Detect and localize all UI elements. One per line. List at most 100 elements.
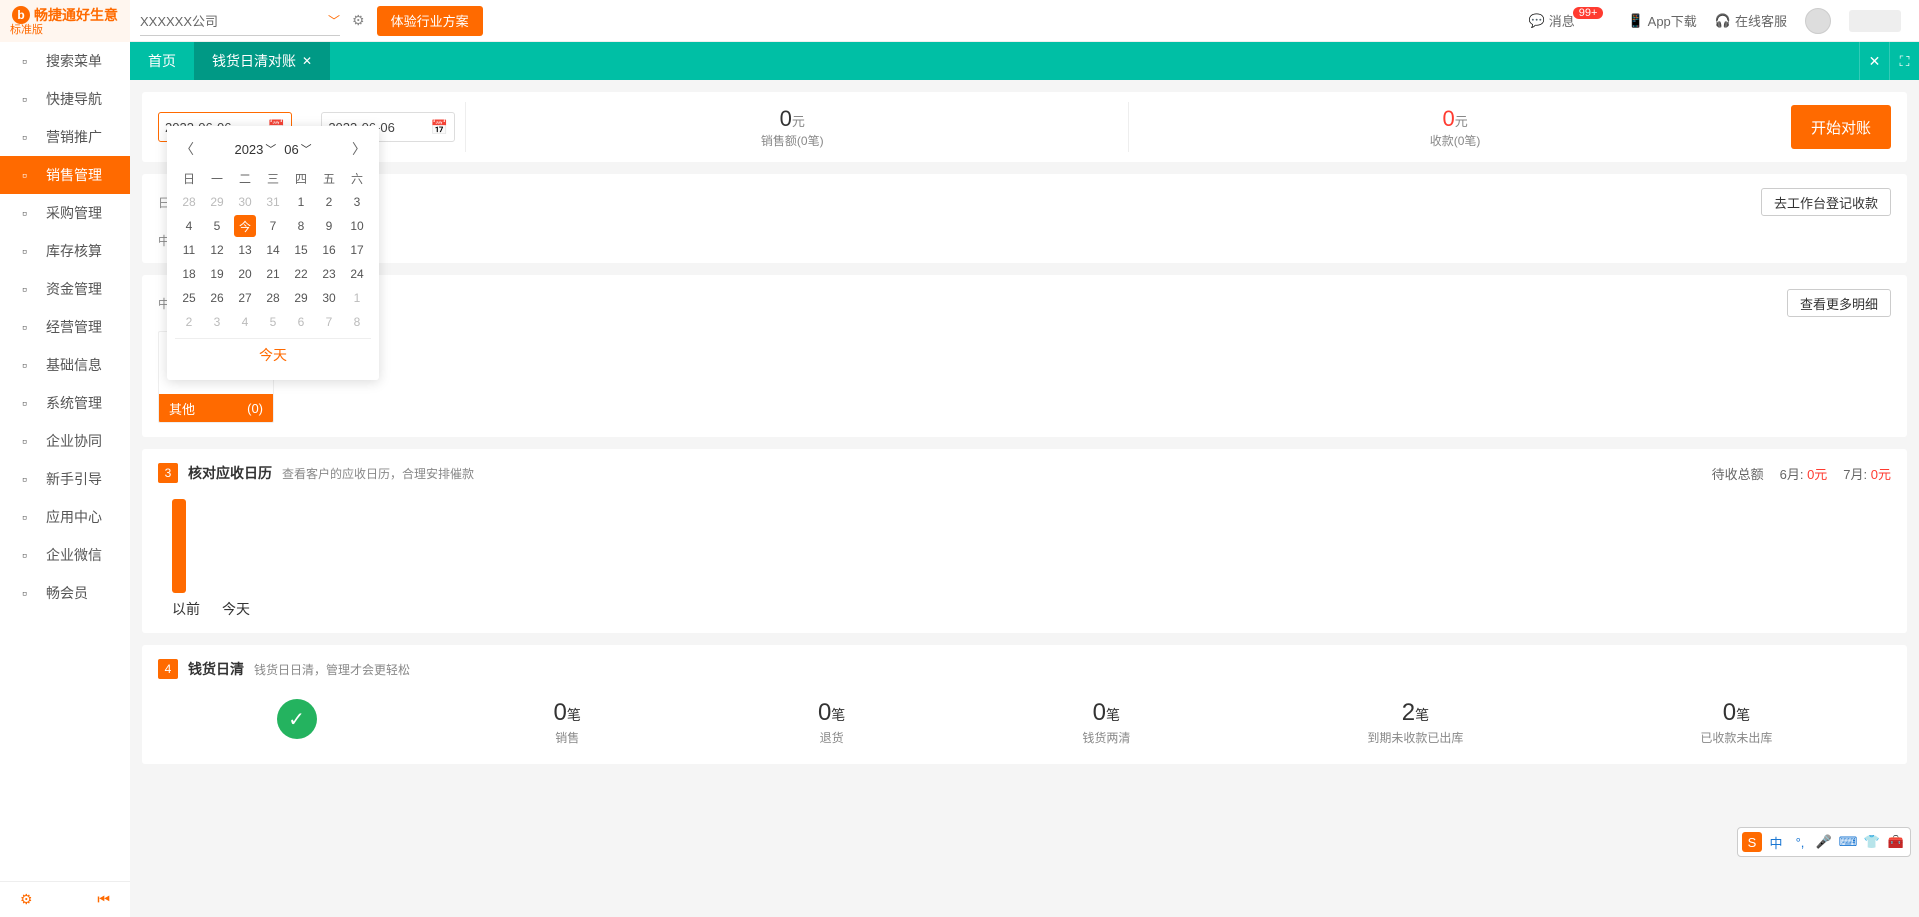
calendar-day[interactable]: 30 — [315, 286, 343, 310]
tabs-expand-icon[interactable]: ⛶ — [1889, 42, 1919, 80]
calendar-day[interactable]: 23 — [315, 262, 343, 286]
sidebar-item-marketing[interactable]: ▫营销推广 — [0, 118, 130, 156]
calendar-day[interactable]: 30 — [231, 190, 259, 214]
calendar-year-select[interactable]: 2023﹀ — [234, 141, 276, 157]
calendar-day[interactable]: 19 — [203, 262, 231, 286]
calendar-day[interactable]: 7 — [315, 310, 343, 334]
calendar-day[interactable]: 28 — [175, 190, 203, 214]
sidebar-item-funds[interactable]: ▫资金管理 — [0, 270, 130, 308]
try-industry-button[interactable]: 体验行业方案 — [377, 6, 483, 36]
messages-link[interactable]: 💬消息99+ — [1529, 11, 1610, 30]
ime-sogou-icon[interactable]: S — [1742, 832, 1762, 852]
sidebar-item-sales-mgmt[interactable]: ▫销售管理 — [0, 156, 130, 194]
username-box[interactable] — [1849, 10, 1901, 32]
pending-total-label: 待收总额 — [1712, 464, 1764, 483]
daily-clear-ticker: ✓ 0笔销售0笔退货0笔钱货两清2笔到期未收款已出库0笔已收款未出库 — [158, 679, 1891, 750]
sidebar-item-wechat[interactable]: ▫企业微信 — [0, 536, 130, 574]
ime-toolbox-icon[interactable]: 🧰 — [1886, 832, 1906, 852]
calendar-day[interactable]: 26 — [203, 286, 231, 310]
sidebar-item-onboarding[interactable]: ▫新手引导 — [0, 460, 130, 498]
company-select[interactable]: XXXXXX公司 ﹀ — [140, 6, 340, 36]
calendar-grid: 日一二三四五六 2829303112345今789101112131415161… — [175, 166, 371, 334]
ime-punct-icon[interactable]: °, — [1790, 832, 1810, 852]
calendar-day[interactable]: 22 — [287, 262, 315, 286]
calendar-day[interactable]: 6 — [287, 310, 315, 334]
calendar-day[interactable]: 5 — [203, 214, 231, 238]
calendar-day[interactable]: 20 — [231, 262, 259, 286]
calendar-day[interactable]: 9 — [315, 214, 343, 238]
tabs-close-all-icon[interactable]: ✕ — [1859, 42, 1889, 80]
collapse-icon[interactable]: ⏮ — [97, 891, 110, 908]
sidebar-item-quick-nav[interactable]: ▫快捷导航 — [0, 80, 130, 118]
sidebar-item-operations[interactable]: ▫经营管理 — [0, 308, 130, 346]
support-link[interactable]: 🎧在线客服 — [1715, 11, 1787, 30]
calendar-day[interactable]: 27 — [231, 286, 259, 310]
calendar-popup: 〈 2023﹀ 06﹀ 〉 日一二三四五六 2829303112345今7891… — [167, 126, 379, 380]
sidebar-item-member[interactable]: ▫畅会员 — [0, 574, 130, 612]
sidebar-item-system[interactable]: ▫系统管理 — [0, 384, 130, 422]
ime-keyboard-icon[interactable]: ⌨ — [1838, 832, 1858, 852]
avatar[interactable] — [1805, 8, 1831, 34]
calendar-day[interactable]: 3 — [203, 310, 231, 334]
calendar-day[interactable]: 18 — [175, 262, 203, 286]
calendar-next-icon[interactable]: 〉 — [347, 139, 371, 159]
calendar-day[interactable]: 13 — [231, 238, 259, 262]
calendar-day[interactable]: 28 — [259, 286, 287, 310]
calendar-day[interactable]: 1 — [287, 190, 315, 214]
weekday-header: 四 — [287, 166, 315, 190]
calendar-day[interactable]: 29 — [203, 190, 231, 214]
ticker-item: 2笔到期未收款已出库 — [1367, 699, 1463, 746]
tab-home[interactable]: 首页 — [130, 42, 194, 80]
settings-icon[interactable]: ⚙ — [352, 12, 365, 29]
start-reconcile-button[interactable]: 开始对账 — [1791, 105, 1891, 149]
tab-reconcile[interactable]: 钱货日清对账✕ — [194, 42, 330, 80]
chevron-down-icon: ﹀ — [301, 141, 312, 157]
calendar-day[interactable]: 10 — [343, 214, 371, 238]
calendar-month-select[interactable]: 06﹀ — [284, 141, 311, 157]
calendar-day[interactable]: 12 — [203, 238, 231, 262]
calendar-day[interactable]: 4 — [175, 214, 203, 238]
ime-lang-toggle[interactable]: 中 — [1766, 832, 1786, 852]
calendar-day[interactable]: 16 — [315, 238, 343, 262]
calendar-day[interactable]: 1 — [343, 286, 371, 310]
section-3-desc: 查看客户的应收日历，合理安排催款 — [282, 465, 474, 482]
sidebar-item-label: 系统管理 — [46, 393, 102, 413]
calendar-day[interactable]: 25 — [175, 286, 203, 310]
calendar-day[interactable]: 7 — [259, 214, 287, 238]
month-6-value: 0元 — [1807, 467, 1827, 482]
calendar-day[interactable]: 15 — [287, 238, 315, 262]
calendar-day[interactable]: 5 — [259, 310, 287, 334]
calendar-day[interactable]: 14 — [259, 238, 287, 262]
sidebar-item-inventory[interactable]: ▫库存核算 — [0, 232, 130, 270]
sidebar-item-collab[interactable]: ▫企业协同 — [0, 422, 130, 460]
calendar-day[interactable]: 11 — [175, 238, 203, 262]
calendar-day[interactable]: 29 — [287, 286, 315, 310]
calendar-day[interactable]: 2 — [315, 190, 343, 214]
sidebar-item-basic-info[interactable]: ▫基础信息 — [0, 346, 130, 384]
main-scroll[interactable]: 2023-06-06📅 -- 2023-06-06📅 0元 销售额(0笔) 0元… — [130, 80, 1919, 917]
sidebar-item-search-menu[interactable]: ▫搜索菜单 — [0, 42, 130, 80]
app-download-link[interactable]: 📱App下载 — [1627, 11, 1696, 30]
gear-icon[interactable]: ⚙ — [20, 891, 33, 908]
calendar-day[interactable]: 24 — [343, 262, 371, 286]
ime-skin-icon[interactable]: 👕 — [1862, 832, 1882, 852]
calendar-today-button[interactable]: 今天 — [175, 338, 371, 370]
calendar-day[interactable]: 21 — [259, 262, 287, 286]
messages-badge: 99+ — [1573, 7, 1604, 19]
calendar-day[interactable]: 8 — [343, 310, 371, 334]
calendar-day[interactable]: 17 — [343, 238, 371, 262]
calendar-day[interactable]: 3 — [343, 190, 371, 214]
sidebar-item-appcenter[interactable]: ▫应用中心 — [0, 498, 130, 536]
view-more-details-button[interactable]: 查看更多明细 — [1787, 289, 1891, 317]
goto-workbench-button[interactable]: 去工作台登记收款 — [1761, 188, 1891, 216]
calendar-prev-icon[interactable]: 〈 — [175, 139, 199, 159]
section-4: 4 钱货日清 钱货日日清，管理才会更轻松 ✓ 0笔销售0笔退货0笔钱货两清2笔到… — [142, 645, 1907, 764]
sidebar-item-purchasing[interactable]: ▫采购管理 — [0, 194, 130, 232]
calendar-day[interactable]: 今 — [231, 214, 259, 238]
calendar-day[interactable]: 2 — [175, 310, 203, 334]
tab-close-icon[interactable]: ✕ — [302, 54, 312, 68]
calendar-day[interactable]: 4 — [231, 310, 259, 334]
calendar-day[interactable]: 31 — [259, 190, 287, 214]
ime-voice-icon[interactable]: 🎤 — [1814, 832, 1834, 852]
calendar-day[interactable]: 8 — [287, 214, 315, 238]
